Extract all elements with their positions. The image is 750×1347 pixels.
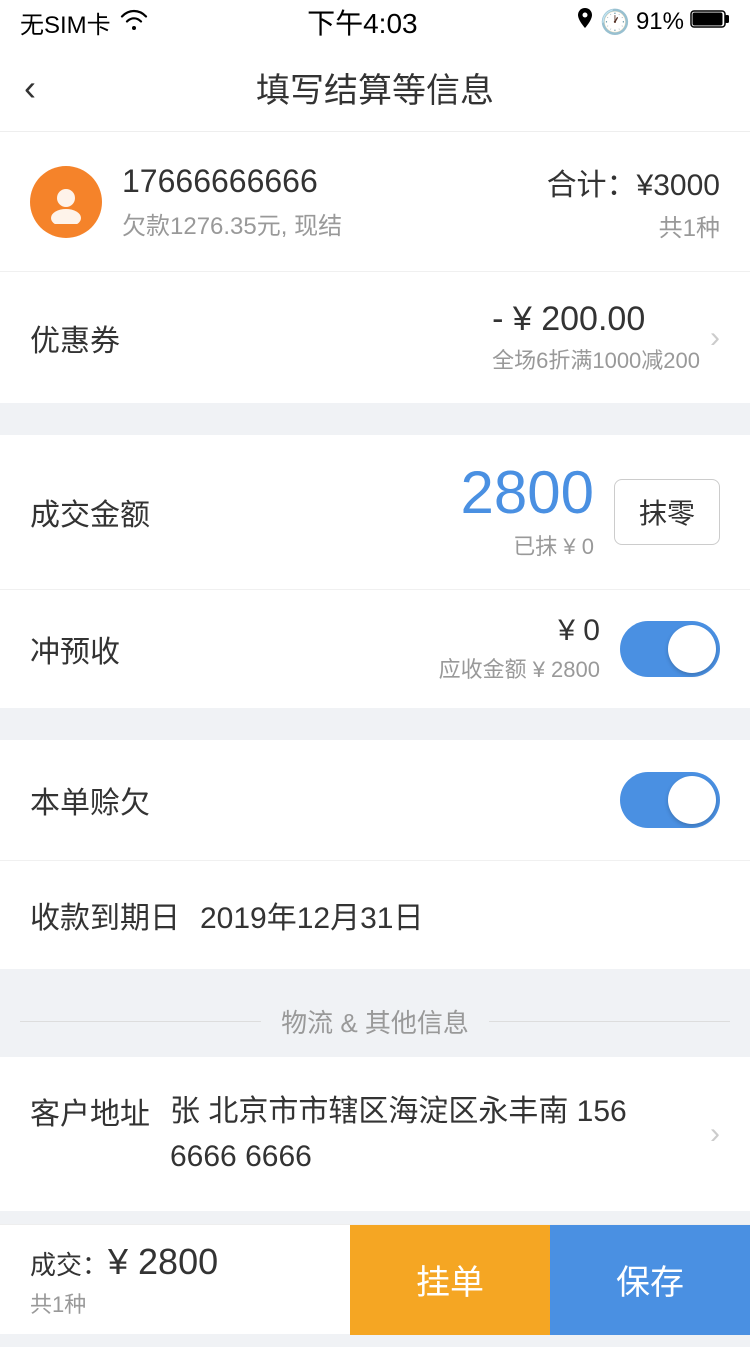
- coupon-discount: - ¥ 200.00: [492, 300, 700, 339]
- logistics-divider: 物流 & 其他信息: [0, 985, 750, 1057]
- coupon-desc: 全场6折满1000减200: [492, 343, 700, 375]
- logistics-line-right: [489, 1021, 730, 1022]
- due-date-value: 2019年12月31日: [200, 893, 423, 937]
- battery-icon: [690, 8, 730, 36]
- coupon-label: 优惠券: [30, 316, 120, 360]
- divider-2: [0, 724, 750, 740]
- pending-button[interactable]: 挂单: [350, 1225, 550, 1335]
- debt-toggle[interactable]: [620, 772, 720, 828]
- due-date-label: 收款到期日: [30, 893, 180, 937]
- status-left: 无SIM卡: [20, 5, 149, 40]
- page-title: 填写结算等信息: [256, 63, 494, 112]
- customer-debt: 欠款1276.35元, 现结: [122, 206, 342, 241]
- customer-section: 17666666666 欠款1276.35元, 现结 合计：¥3000 共1种 …: [0, 132, 750, 403]
- deal-rounded-label: 已抹 ¥ 0: [461, 529, 594, 561]
- save-button[interactable]: 保存: [550, 1225, 750, 1335]
- debt-section: 本单赊欠 收款到期日 2019年12月31日: [0, 740, 750, 969]
- coupon-chevron-icon: ›: [710, 321, 720, 355]
- bottom-deal-text: 成交：¥ 2800: [30, 1241, 320, 1283]
- prepaid-row: 冲预收 ¥ 0 应收金额 ¥ 2800: [0, 589, 750, 708]
- prepaid-receivable: 应收金额 ¥ 2800: [439, 652, 600, 684]
- debt-row: 本单赊欠: [0, 740, 750, 860]
- avatar-icon: [44, 180, 88, 224]
- prepaid-toggle[interactable]: [620, 621, 720, 677]
- address-row[interactable]: 客户地址 张 北京市市辖区海淀区永丰南 156 6666 6666 ›: [0, 1057, 750, 1211]
- address-chevron-icon: ›: [710, 1117, 720, 1151]
- battery-text: 91%: [636, 8, 684, 36]
- bottom-summary: 成交：¥ 2800 共1种: [0, 1241, 350, 1319]
- divider-1: [0, 419, 750, 435]
- deal-section: 成交金额 2800 已抹 ¥ 0 抹零 冲预收 ¥ 0 应收金额 ¥ 2800: [0, 435, 750, 708]
- logistics-label: 物流 & 其他信息: [281, 1003, 469, 1040]
- address-value: 张 北京市市辖区海淀区永丰南 156 6666 6666: [170, 1089, 690, 1179]
- bottom-deal-amount: ¥ 2800: [108, 1241, 218, 1282]
- prepaid-label: 冲预收: [30, 627, 120, 671]
- round-zero-button[interactable]: 抹零: [614, 479, 720, 545]
- prepaid-right: ¥ 0 应收金额 ¥ 2800: [439, 614, 720, 684]
- location-icon: [576, 8, 594, 37]
- logistics-line-left: [20, 1021, 261, 1022]
- total-count: 共1种: [547, 208, 720, 243]
- alarm-icon: 🕐: [600, 8, 630, 37]
- prepaid-amount-wrap: ¥ 0 应收金额 ¥ 2800: [439, 614, 600, 684]
- wifi-icon: [119, 8, 149, 37]
- customer-phone: 17666666666: [122, 163, 342, 200]
- customer-row: 17666666666 欠款1276.35元, 现结 合计：¥3000 共1种: [0, 132, 750, 271]
- customer-left: 17666666666 欠款1276.35元, 现结: [30, 163, 342, 241]
- time-display: 下午4:03: [307, 2, 418, 42]
- address-section: 客户地址 张 北京市市辖区海淀区永丰南 156 6666 6666 ›: [0, 1057, 750, 1211]
- avatar: [30, 166, 102, 238]
- back-button[interactable]: ‹: [24, 67, 36, 109]
- debt-label: 本单赊欠: [30, 778, 150, 822]
- deal-amount-label: 成交金额: [30, 490, 150, 534]
- due-date-row: 收款到期日 2019年12月31日: [0, 860, 750, 969]
- status-bar: 无SIM卡 下午4:03 🕐 91%: [0, 0, 750, 44]
- coupon-value-wrap: - ¥ 200.00 全场6折满1000减200: [492, 300, 700, 375]
- nav-bar: ‹ 填写结算等信息: [0, 44, 750, 132]
- deal-amount-wrap: 2800 已抹 ¥ 0: [461, 463, 594, 561]
- address-label: 客户地址: [30, 1089, 150, 1133]
- coupon-right: - ¥ 200.00 全场6折满1000减200 ›: [492, 300, 720, 375]
- bottom-deal-label: 成交：: [30, 1250, 108, 1280]
- prepaid-amount: ¥ 0: [439, 614, 600, 648]
- bottom-bar: 成交：¥ 2800 共1种 挂单 保存: [0, 1224, 750, 1334]
- total-amount: 合计：¥3000: [547, 160, 720, 204]
- deal-amount-row: 成交金额 2800 已抹 ¥ 0 抹零: [0, 435, 750, 589]
- carrier-text: 无SIM卡: [20, 5, 111, 40]
- customer-info: 17666666666 欠款1276.35元, 现结: [122, 163, 342, 241]
- customer-total: 合计：¥3000 共1种: [547, 160, 720, 243]
- status-right: 🕐 91%: [576, 8, 730, 37]
- coupon-row[interactable]: 优惠券 - ¥ 200.00 全场6折满1000减200 ›: [0, 271, 750, 403]
- deal-amount-value: 2800: [461, 463, 594, 523]
- bottom-deal-count: 共1种: [30, 1287, 320, 1319]
- deal-right: 2800 已抹 ¥ 0 抹零: [461, 463, 721, 561]
